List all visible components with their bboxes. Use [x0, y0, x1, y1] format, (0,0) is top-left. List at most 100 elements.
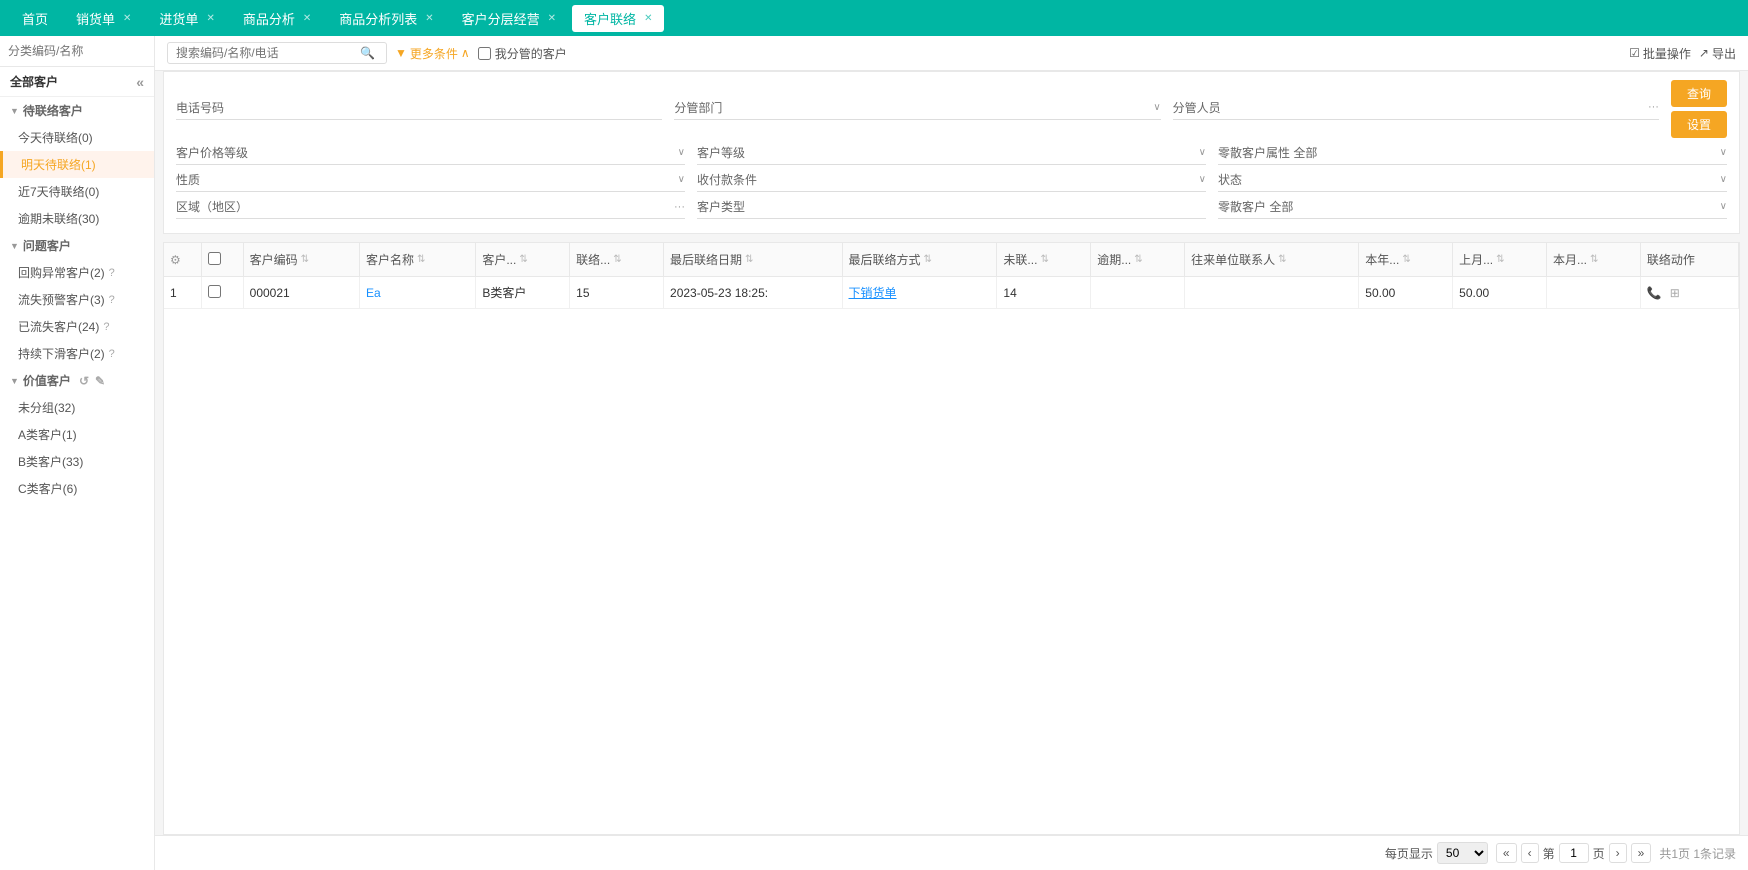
th-settings[interactable]: ⚙	[164, 243, 201, 277]
sort-icon-cust-type[interactable]: ⇅	[519, 254, 527, 265]
retail-cust-dropdown-icon[interactable]: ∨	[1720, 201, 1727, 212]
my-customers-checkbox[interactable]	[478, 47, 491, 60]
nav-home[interactable]: 首页	[10, 5, 60, 32]
sidebar-item-lost[interactable]: 已流失客户(24) ?	[0, 313, 154, 340]
nature-dropdown-icon[interactable]: ∨	[678, 174, 685, 185]
nav-product-analysis-close[interactable]: ✕	[303, 13, 311, 24]
sidebar-item-ungrouped[interactable]: 未分组(32)	[0, 394, 154, 421]
sort-icon-this-month[interactable]: ⇅	[1590, 254, 1598, 265]
sidebar-item-overdue[interactable]: 逾期未联络(30)	[0, 205, 154, 232]
all-customers-title[interactable]: 全部客户 «	[0, 67, 154, 97]
sort-icon-last-date[interactable]: ⇅	[745, 254, 753, 265]
th-checkbox	[201, 243, 243, 277]
main-search-icon[interactable]: 🔍	[360, 46, 375, 60]
filter-price-level[interactable]: 客户价格等级 ∨	[176, 144, 685, 165]
retail-attr-dropdown-icon[interactable]: ∨	[1720, 147, 1727, 158]
cust-level-dropdown-icon[interactable]: ∨	[1199, 147, 1206, 158]
select-all-checkbox[interactable]	[208, 252, 221, 265]
next-page-btn[interactable]: ›	[1609, 843, 1627, 863]
sidebar-item-class-b[interactable]: B类客户(33)	[0, 448, 154, 475]
value-edit-icon[interactable]: ✎	[95, 374, 105, 388]
cell-actions: 📞 ⊞	[1647, 286, 1732, 300]
sidebar-search-wrap: 🔍	[0, 36, 154, 67]
filter-dept[interactable]: 分管部门 ∨	[674, 99, 1160, 120]
sort-icon-contact[interactable]: ⇅	[613, 254, 621, 265]
sidebar-item-class-c[interactable]: C类客户(6)	[0, 475, 154, 502]
td-code: 000021	[243, 277, 359, 309]
prev-page-btn[interactable]: ‹	[1521, 843, 1539, 863]
nav-product-analysis-list-close[interactable]: ✕	[425, 13, 433, 24]
sort-icon-code[interactable]: ⇅	[301, 254, 309, 265]
filter-row-4: 区域（地区） ··· 客户类型 零散客户 全部 ∨	[176, 198, 1727, 219]
region-more-icon[interactable]: ···	[674, 201, 685, 213]
filter-payment[interactable]: 收付款条件 ∨	[697, 171, 1206, 192]
sort-icon-contact-person[interactable]: ⇅	[1278, 254, 1286, 265]
action-phone-icon[interactable]: 📞	[1647, 286, 1662, 300]
last-contact-method-link[interactable]: 下销货单	[849, 286, 897, 300]
query-btn[interactable]: 查询	[1671, 80, 1727, 107]
filter-cust-level[interactable]: 客户等级 ∨	[697, 144, 1206, 165]
td-last-contact-method[interactable]: 下销货单	[842, 277, 997, 309]
sort-icon-name[interactable]: ⇅	[417, 254, 425, 265]
filter-retail-cust[interactable]: 零散客户 全部 ∨	[1218, 198, 1727, 219]
nav-customer-contact-close[interactable]: ✕	[644, 13, 652, 24]
sidebar-item-lost-risk[interactable]: 流失预警客户(3) ?	[0, 286, 154, 313]
status-dropdown-icon[interactable]: ∨	[1720, 174, 1727, 185]
filter-retail-attr[interactable]: 零散客户属性 全部 ∨	[1218, 144, 1727, 165]
sidebar-collapse-icon[interactable]: «	[136, 74, 144, 90]
reset-btn[interactable]: 设置	[1671, 111, 1727, 138]
filter-retail-cust-label: 零散客户 全部	[1218, 198, 1288, 215]
main-search-input[interactable]	[176, 46, 356, 60]
nav-sales-close[interactable]: ✕	[123, 13, 131, 24]
filter-cust-type[interactable]: 客户类型	[697, 198, 1206, 219]
action-grid-icon[interactable]: ⊞	[1670, 286, 1680, 300]
filter-payment-label: 收付款条件	[697, 171, 767, 188]
filter-nature[interactable]: 性质 ∨	[176, 171, 685, 192]
sidebar-item-repurchase[interactable]: 回购异常客户(2) ?	[0, 259, 154, 286]
page-size-select[interactable]: 50 100 200	[1437, 842, 1488, 864]
nav-product-analysis[interactable]: 商品分析 ✕	[231, 5, 323, 32]
sidebar-item-continuous-down[interactable]: 持续下滑客户(2) ?	[0, 340, 154, 367]
person-more-icon[interactable]: ···	[1648, 101, 1659, 113]
nav-sales[interactable]: 销货单 ✕	[64, 5, 143, 32]
sort-icon-last-month[interactable]: ⇅	[1496, 254, 1504, 265]
sort-icon-this-year[interactable]: ⇅	[1402, 254, 1410, 265]
sort-icon-last-method[interactable]: ⇅	[924, 254, 932, 265]
th-last-contact-method: 最后联络方式 ⇅	[842, 243, 997, 277]
nav-customer-tier[interactable]: 客户分层经营 ✕	[450, 5, 568, 32]
value-refresh-icon[interactable]: ↺	[79, 374, 89, 388]
filter-cust-level-label: 客户等级	[697, 144, 767, 161]
filter-person[interactable]: 分管人员 ···	[1173, 99, 1659, 120]
th-code: 客户编码 ⇅	[243, 243, 359, 277]
sort-icon-overdue[interactable]: ⇅	[1134, 254, 1142, 265]
sort-icon-no-contact[interactable]: ⇅	[1040, 254, 1048, 265]
content-area: 🔍 ▼ 更多条件 ∧ 我分管的客户 ☑ 批量操作	[155, 36, 1748, 870]
price-level-dropdown-icon[interactable]: ∨	[678, 147, 685, 158]
sidebar-item-tomorrow[interactable]: 明天待联络(1)	[0, 151, 154, 178]
sidebar-item-class-a[interactable]: A类客户(1)	[0, 421, 154, 448]
more-conditions-btn[interactable]: ▼ 更多条件 ∧	[395, 45, 470, 62]
filter-status[interactable]: 状态 ∨	[1218, 171, 1727, 192]
sidebar-item-week7[interactable]: 近7天待联络(0)	[0, 178, 154, 205]
th-last-contact-date: 最后联络日期 ⇅	[664, 243, 843, 277]
settings-icon[interactable]: ⚙	[170, 253, 181, 267]
batch-ops-btn[interactable]: ☑ 批量操作	[1629, 45, 1691, 62]
nav-product-analysis-list[interactable]: 商品分析列表 ✕	[327, 5, 445, 32]
table-header-row: ⚙ 客户编码 ⇅ 客户名称 ⇅	[164, 243, 1739, 277]
td-name[interactable]: Ea	[359, 277, 475, 309]
sidebar-group-pending-contact: 待联络客户	[0, 97, 154, 124]
export-btn[interactable]: ↗ 导出	[1699, 45, 1736, 62]
nav-customer-contact[interactable]: 客户联络 ✕	[572, 5, 664, 32]
nav-purchase-close[interactable]: ✕	[206, 13, 214, 24]
nav-customer-tier-close[interactable]: ✕	[548, 13, 556, 24]
nav-purchase[interactable]: 进货单 ✕	[147, 5, 226, 32]
sidebar-search-input[interactable]	[8, 44, 155, 58]
filter-region[interactable]: 区域（地区） ···	[176, 198, 685, 219]
page-number-input[interactable]	[1559, 843, 1589, 863]
first-page-btn[interactable]: «	[1496, 843, 1517, 863]
last-page-btn[interactable]: »	[1631, 843, 1652, 863]
sidebar-item-today[interactable]: 今天待联络(0)	[0, 124, 154, 151]
payment-dropdown-icon[interactable]: ∨	[1199, 174, 1206, 185]
row-checkbox[interactable]	[208, 285, 221, 298]
dept-dropdown-icon[interactable]: ∨	[1153, 102, 1160, 113]
